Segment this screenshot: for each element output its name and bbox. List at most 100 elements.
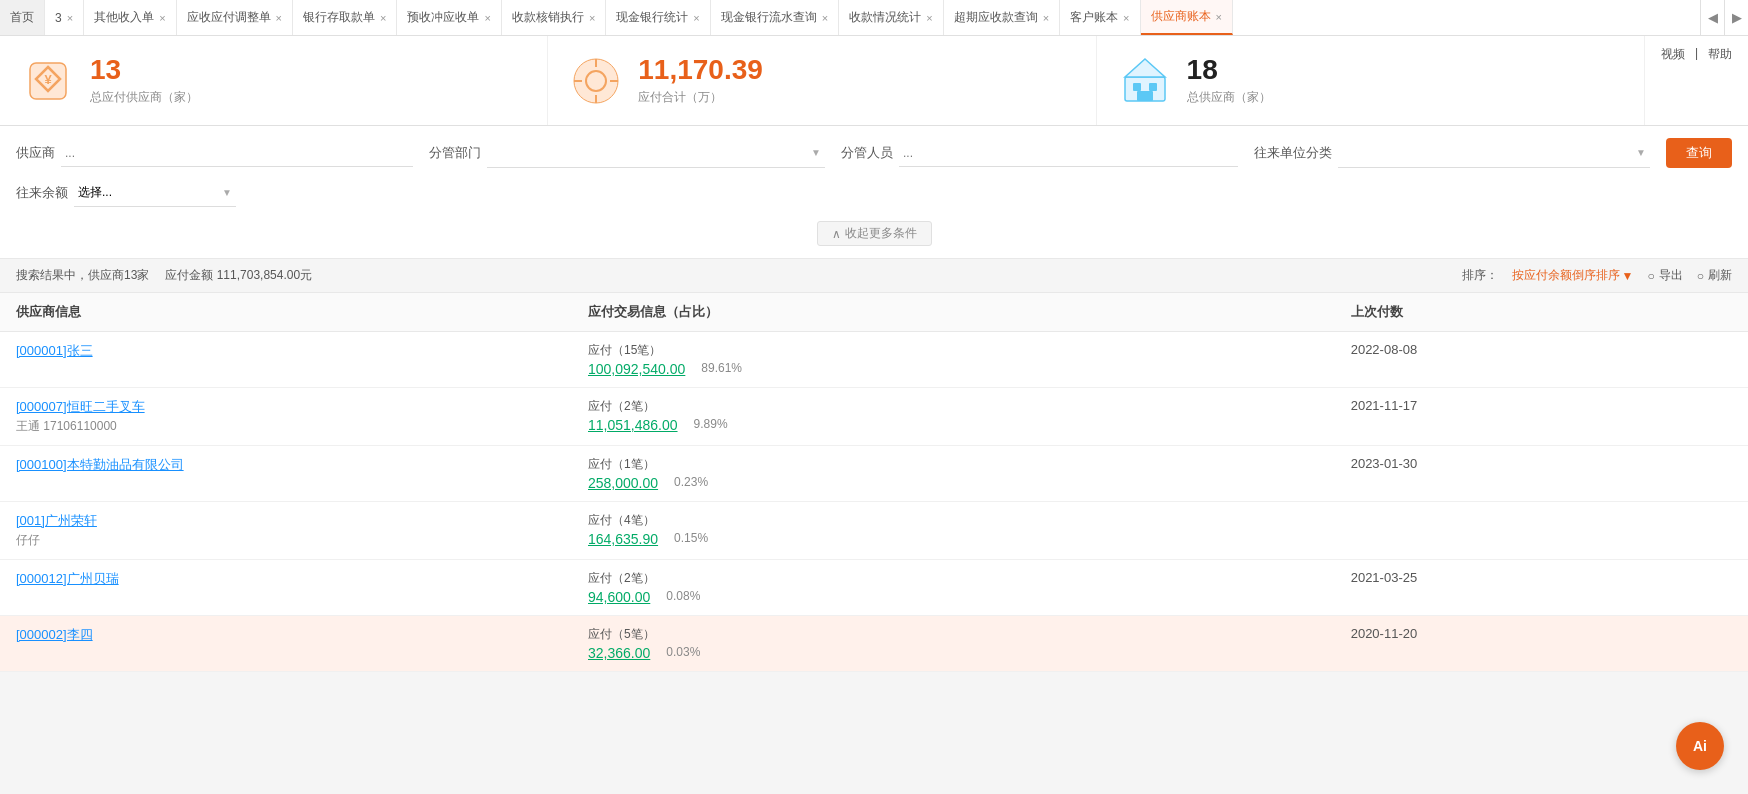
balance-select[interactable]: 选择... [74, 178, 236, 206]
lastpay-col: 2021-11-17 [1351, 398, 1732, 413]
nav-tab-other-income[interactable]: 其他收入单× [84, 0, 176, 35]
supplier-name-link[interactable]: [000007]恒旺二手叉车 [16, 399, 145, 414]
transaction-col: 应付（2笔）11,051,486.009.89% [588, 398, 1351, 433]
close-tab-tab3[interactable]: × [67, 12, 73, 24]
nav-tab-collect-stat[interactable]: 收款情况统计× [839, 0, 943, 35]
payable-amount-info: 11,170.39 应付合计（万） [638, 55, 763, 106]
nav-tab-ar-adjust[interactable]: 应收应付调整单× [177, 0, 293, 35]
result-supplier-count: 搜索结果中，供应商13家 [16, 267, 149, 284]
filter-row-2: 往来余额 选择... ▼ [16, 178, 236, 207]
trans-amount[interactable]: 258,000.00 [588, 475, 658, 491]
supplier-col: [000012]广州贝瑞 [16, 570, 588, 588]
trans-amount[interactable]: 164,635.90 [588, 531, 658, 547]
video-link[interactable]: 视频 [1661, 46, 1685, 63]
nav-tab-bank-deposit[interactable]: 银行存取款单× [293, 0, 397, 35]
nav-tab-home[interactable]: 首页 [0, 0, 45, 35]
close-tab-other-income[interactable]: × [159, 12, 165, 24]
nav-tab-overdue-query[interactable]: 超期应收款查询× [944, 0, 1060, 35]
nav-tab-supplier-account[interactable]: 供应商账本× [1141, 0, 1233, 35]
trans-label: 应付（4笔） [588, 512, 708, 529]
collapse-up-icon: ∧ [832, 227, 841, 241]
nav-tab-tab3[interactable]: 3× [45, 0, 84, 35]
lastpay-date: 2021-03-25 [1351, 570, 1418, 585]
nav-tab-prepay-collect[interactable]: 预收冲应收单× [397, 0, 501, 35]
top-right-links: 视频 | 帮助 [1645, 36, 1748, 125]
search-button[interactable]: 查询 [1666, 138, 1732, 168]
close-tab-cash-bank-flow[interactable]: × [822, 12, 828, 24]
payable-amount-label: 应付合计（万） [638, 89, 763, 106]
filter-person: 分管人员 [841, 139, 1238, 167]
nav-next-arrow[interactable]: ▶ [1724, 0, 1748, 35]
filter-balance: 往来余额 选择... ▼ [16, 178, 236, 207]
export-button[interactable]: ○ 导出 [1648, 267, 1683, 284]
close-tab-overdue-query[interactable]: × [1043, 12, 1049, 24]
table-row: [000002]李四应付（5笔）32,366.000.03%2020-11-20 [0, 616, 1748, 672]
nav-tab-cash-bank-flow[interactable]: 现金银行流水查询× [711, 0, 839, 35]
supplier-name-link[interactable]: [000012]广州贝瑞 [16, 571, 119, 586]
total-suppliers-icon [1117, 53, 1173, 109]
balance-label: 往来余额 [16, 184, 68, 202]
transaction-col: 应付（15笔）100,092,540.0089.61% [588, 342, 1351, 377]
close-tab-collect-exec[interactable]: × [589, 12, 595, 24]
svg-rect-10 [1133, 83, 1141, 91]
trans-amount[interactable]: 100,092,540.00 [588, 361, 685, 377]
unit-class-label: 往来单位分类 [1254, 144, 1332, 162]
close-tab-cash-bank-stat[interactable]: × [693, 12, 699, 24]
supplier-input[interactable] [61, 139, 413, 167]
supplier-sub: 仔仔 [16, 532, 588, 549]
filter-collapse: ∧ 收起更多条件 [16, 217, 1732, 254]
filter-bar: 供应商 分管部门 ▼ 分管人员 往来单位分类 ▼ 查询 往来 [0, 126, 1748, 259]
trans-block: 应付（2笔）94,600.000.08% [588, 570, 700, 605]
person-input[interactable] [899, 139, 1238, 167]
result-actions: 排序： 按应付余额倒序排序 ▼ ○ 导出 ○ 刷新 [1462, 267, 1732, 284]
trans-amount[interactable]: 94,600.00 [588, 589, 650, 605]
result-bar: 搜索结果中，供应商13家 应付金额 111,703,854.00元 排序： 按应… [0, 259, 1748, 293]
svg-text:¥: ¥ [44, 72, 52, 87]
close-tab-ar-adjust[interactable]: × [276, 12, 282, 24]
help-link[interactable]: 帮助 [1708, 46, 1732, 63]
nav-prev-arrow[interactable]: ◀ [1700, 0, 1724, 35]
col-header-supplier: 供应商信息 [16, 303, 588, 321]
collapse-label: 收起更多条件 [845, 225, 917, 242]
trans-amount[interactable]: 11,051,486.00 [588, 417, 678, 433]
table-header: 供应商信息 应付交易信息（占比） 上次付数 [0, 293, 1748, 332]
table-row: [000100]本特勤油品有限公司应付（1笔）258,000.000.23%20… [0, 446, 1748, 502]
sort-value[interactable]: 按应付余额倒序排序 ▼ [1512, 267, 1634, 284]
table-row: [001]广州荣轩仔仔应付（4笔）164,635.900.15% [0, 502, 1748, 560]
supplier-col: [000007]恒旺二手叉车王通 17106110000 [16, 398, 588, 435]
close-tab-supplier-account[interactable]: × [1216, 11, 1222, 23]
top-navigation: 首页3×其他收入单×应收应付调整单×银行存取款单×预收冲应收单×收款核销执行×现… [0, 0, 1748, 36]
nav-tab-cash-bank-stat[interactable]: 现金银行统计× [606, 0, 710, 35]
total-suppliers-info: 18 总供应商（家） [1187, 55, 1271, 106]
lastpay-col: 2022-08-08 [1351, 342, 1732, 357]
payable-suppliers-label: 总应付供应商（家） [90, 89, 198, 106]
supplier-label: 供应商 [16, 144, 55, 162]
summary-card-total-suppliers: 18 总供应商（家） [1097, 36, 1645, 125]
trans-amount[interactable]: 32,366.00 [588, 645, 650, 661]
collapse-button[interactable]: ∧ 收起更多条件 [817, 221, 932, 246]
total-suppliers-label: 总供应商（家） [1187, 89, 1271, 106]
close-tab-collect-stat[interactable]: × [926, 12, 932, 24]
col-header-transaction: 应付交易信息（占比） [588, 303, 1351, 321]
close-tab-customer-account[interactable]: × [1123, 12, 1129, 24]
supplier-name-link[interactable]: [000002]李四 [16, 627, 93, 642]
nav-tab-collect-exec[interactable]: 收款核销执行× [502, 0, 606, 35]
unit-class-select[interactable] [1338, 139, 1651, 167]
unit-class-select-wrap: ▼ [1338, 139, 1651, 168]
refresh-button[interactable]: ○ 刷新 [1697, 267, 1732, 284]
result-amount: 应付金额 111,703,854.00元 [165, 267, 312, 284]
close-tab-prepay-collect[interactable]: × [484, 12, 490, 24]
supplier-col: [001]广州荣轩仔仔 [16, 512, 588, 549]
supplier-name-link[interactable]: [000100]本特勤油品有限公司 [16, 457, 184, 472]
nav-tab-customer-account[interactable]: 客户账本× [1060, 0, 1140, 35]
trans-label: 应付（5笔） [588, 626, 700, 643]
close-tab-bank-deposit[interactable]: × [380, 12, 386, 24]
supplier-name-link[interactable]: [000001]张三 [16, 343, 93, 358]
filter-dept: 分管部门 ▼ [429, 139, 826, 168]
table-rows-container: [000001]张三 应付（15笔）100,092,540.0089.61% 202… [0, 332, 1748, 672]
supplier-col: [000100]本特勤油品有限公司 [16, 456, 588, 474]
dept-select[interactable] [487, 139, 826, 167]
supplier-name-link[interactable]: [001]广州荣轩 [16, 513, 97, 528]
summary-card-payable-suppliers: ¥ 13 总应付供应商（家） [0, 36, 548, 125]
trans-block: 应付（15笔）100,092,540.0089.61% [588, 342, 742, 377]
